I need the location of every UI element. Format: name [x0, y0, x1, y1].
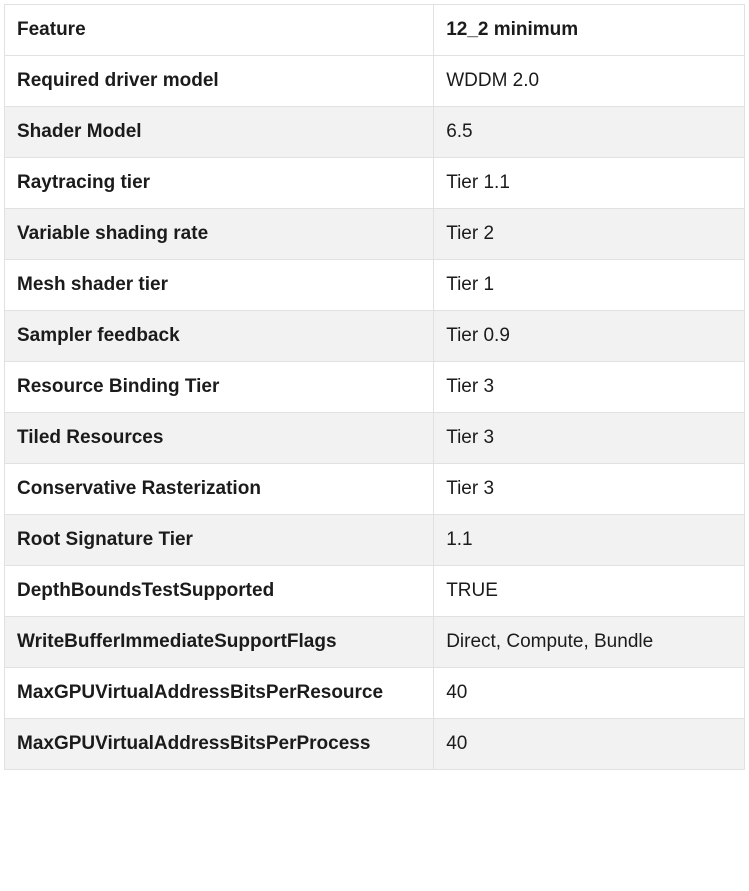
feature-cell: MaxGPUVirtualAddressBitsPerResource — [5, 668, 434, 719]
table-body: Required driver model WDDM 2.0 Shader Mo… — [5, 56, 745, 770]
feature-table: Feature 12_2 minimum Required driver mod… — [4, 4, 745, 770]
value-cell: 6.5 — [434, 107, 745, 158]
value-cell: 40 — [434, 719, 745, 770]
feature-cell: Required driver model — [5, 56, 434, 107]
feature-cell: Raytracing tier — [5, 158, 434, 209]
feature-cell: Root Signature Tier — [5, 515, 434, 566]
value-cell: Tier 2 — [434, 209, 745, 260]
value-cell: 40 — [434, 668, 745, 719]
table-row: Raytracing tier Tier 1.1 — [5, 158, 745, 209]
table-row: Root Signature Tier 1.1 — [5, 515, 745, 566]
feature-cell: Tiled Resources — [5, 413, 434, 464]
value-cell: Tier 0.9 — [434, 311, 745, 362]
header-minimum: 12_2 minimum — [434, 5, 745, 56]
table-row: Conservative Rasterization Tier 3 — [5, 464, 745, 515]
feature-cell: Shader Model — [5, 107, 434, 158]
value-cell: Direct, Compute, Bundle — [434, 617, 745, 668]
table-row: Mesh shader tier Tier 1 — [5, 260, 745, 311]
feature-cell: MaxGPUVirtualAddressBitsPerProcess — [5, 719, 434, 770]
table-row: Variable shading rate Tier 2 — [5, 209, 745, 260]
value-cell: Tier 3 — [434, 413, 745, 464]
value-cell: Tier 3 — [434, 464, 745, 515]
table-row: Shader Model 6.5 — [5, 107, 745, 158]
value-cell: WDDM 2.0 — [434, 56, 745, 107]
feature-cell: DepthBoundsTestSupported — [5, 566, 434, 617]
table-row: Required driver model WDDM 2.0 — [5, 56, 745, 107]
value-cell: Tier 1 — [434, 260, 745, 311]
table-row: Sampler feedback Tier 0.9 — [5, 311, 745, 362]
feature-cell: Mesh shader tier — [5, 260, 434, 311]
table-row: Resource Binding Tier Tier 3 — [5, 362, 745, 413]
table-row: MaxGPUVirtualAddressBitsPerResource 40 — [5, 668, 745, 719]
feature-cell: Conservative Rasterization — [5, 464, 434, 515]
table-row: DepthBoundsTestSupported TRUE — [5, 566, 745, 617]
header-feature: Feature — [5, 5, 434, 56]
table-row: MaxGPUVirtualAddressBitsPerProcess 40 — [5, 719, 745, 770]
value-cell: Tier 1.1 — [434, 158, 745, 209]
feature-cell: Sampler feedback — [5, 311, 434, 362]
feature-cell: Resource Binding Tier — [5, 362, 434, 413]
value-cell: TRUE — [434, 566, 745, 617]
feature-cell: WriteBufferImmediateSupportFlags — [5, 617, 434, 668]
value-cell: 1.1 — [434, 515, 745, 566]
table-row: WriteBufferImmediateSupportFlags Direct,… — [5, 617, 745, 668]
value-cell: Tier 3 — [434, 362, 745, 413]
table-row: Tiled Resources Tier 3 — [5, 413, 745, 464]
feature-cell: Variable shading rate — [5, 209, 434, 260]
